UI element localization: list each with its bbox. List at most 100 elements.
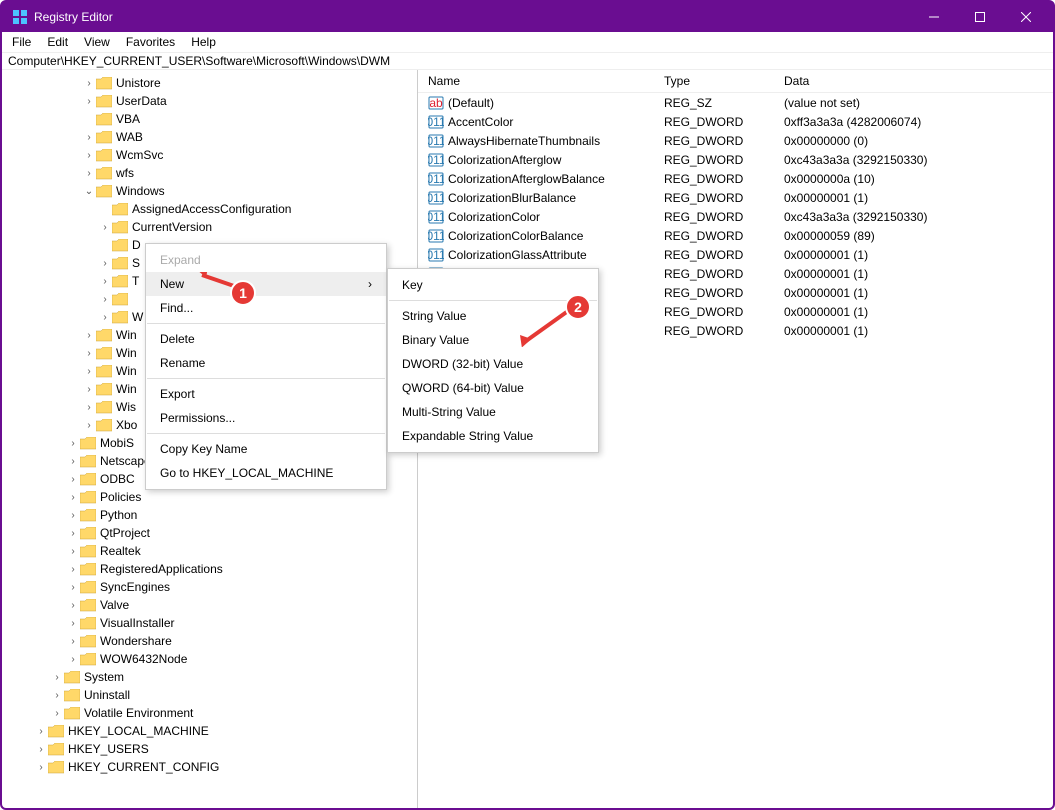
tree-item-label: HKEY_USERS (68, 742, 149, 756)
tree-item[interactable]: ›Realtek (2, 542, 417, 560)
value-row[interactable]: 011ColorizationColorREG_DWORD0xc43a3a3a … (418, 207, 1053, 226)
arrow-2 (518, 307, 570, 347)
value-type: REG_DWORD (664, 305, 784, 319)
context-item[interactable]: Multi-String Value (388, 400, 608, 424)
tree-item-label: VisualInstaller (100, 616, 174, 630)
value-type: REG_DWORD (664, 267, 784, 281)
value-row[interactable]: 011ColorizationAfterglowREG_DWORD0xc43a3… (418, 150, 1053, 169)
value-row[interactable]: 011AccentColorREG_DWORD0xff3a3a3a (42820… (418, 112, 1053, 131)
maximize-button[interactable] (957, 2, 1003, 32)
tree-item[interactable]: ›RegisteredApplications (2, 560, 417, 578)
tree-item-label: AssignedAccessConfiguration (132, 202, 291, 216)
tree-item-label: WcmSvc (116, 148, 163, 162)
tree-item-label: SyncEngines (100, 580, 170, 594)
context-item[interactable]: DWORD (32-bit) Value (388, 352, 608, 376)
address-bar[interactable]: Computer\HKEY_CURRENT_USER\Software\Micr… (2, 52, 1053, 70)
tree-item-label: HKEY_CURRENT_CONFIG (68, 760, 219, 774)
value-row[interactable]: 011ColorizationBlurBalanceREG_DWORD0x000… (418, 188, 1053, 207)
titlebar: Registry Editor (2, 2, 1053, 32)
tree-item[interactable]: ›System (2, 668, 417, 686)
tree-item[interactable]: ›Valve (2, 596, 417, 614)
value-data: 0x0000000a (10) (784, 172, 1053, 186)
col-data[interactable]: Data (784, 74, 1053, 88)
value-data: 0x00000001 (1) (784, 324, 1053, 338)
menu-file[interactable]: File (4, 33, 39, 51)
col-type[interactable]: Type (664, 74, 784, 88)
tree-item[interactable]: ›AssignedAccessConfiguration (2, 200, 417, 218)
window-title: Registry Editor (34, 10, 113, 24)
tree-item[interactable]: ›VBA (2, 110, 417, 128)
menu-edit[interactable]: Edit (39, 33, 76, 51)
value-type: REG_DWORD (664, 115, 784, 129)
value-name: ColorizationColor (448, 210, 540, 224)
value-row[interactable]: ab(Default)REG_SZ(value not set) (418, 93, 1053, 112)
context-item[interactable]: Rename (146, 351, 386, 375)
value-type: REG_DWORD (664, 191, 784, 205)
menu-favorites[interactable]: Favorites (118, 33, 183, 51)
tree-item-label: Win (116, 346, 137, 360)
tree-item[interactable]: ⌄Windows (2, 182, 417, 200)
tree-item[interactable]: ›Wondershare (2, 632, 417, 650)
tree-item[interactable]: ›Python (2, 506, 417, 524)
tree-item[interactable]: ›UserData (2, 92, 417, 110)
tree-item[interactable]: ›WAB (2, 128, 417, 146)
tree-item[interactable]: ›HKEY_CURRENT_CONFIG (2, 758, 417, 776)
value-name: AlwaysHibernateThumbnails (448, 134, 600, 148)
callout-2: 2 (565, 294, 591, 320)
tree-item[interactable]: ›CurrentVersion (2, 218, 417, 236)
tree-item[interactable]: ›WcmSvc (2, 146, 417, 164)
context-item[interactable]: Export (146, 382, 386, 406)
menu-help[interactable]: Help (183, 33, 224, 51)
value-name: AccentColor (448, 115, 513, 129)
value-type: REG_DWORD (664, 172, 784, 186)
tree-item-label: VBA (116, 112, 140, 126)
tree-item-label: Windows (116, 184, 165, 198)
chevron-right-icon: › (368, 277, 372, 291)
col-name[interactable]: Name (428, 74, 664, 88)
menu-view[interactable]: View (76, 33, 118, 51)
value-type: REG_DWORD (664, 210, 784, 224)
context-item[interactable]: Binary Value (388, 328, 608, 352)
tree-item-label: HKEY_LOCAL_MACHINE (68, 724, 209, 738)
tree-item[interactable]: ›SyncEngines (2, 578, 417, 596)
context-item[interactable]: QWORD (64-bit) Value (388, 376, 608, 400)
close-button[interactable] (1003, 2, 1049, 32)
tree-item[interactable]: ›HKEY_LOCAL_MACHINE (2, 722, 417, 740)
tree-item-label: Policies (100, 490, 141, 504)
context-item[interactable]: New› (146, 272, 386, 296)
context-item[interactable]: Permissions... (146, 406, 386, 430)
tree-item[interactable]: ›Uninstall (2, 686, 417, 704)
tree-item[interactable]: ›HKEY_USERS (2, 740, 417, 758)
value-data: 0x00000059 (89) (784, 229, 1053, 243)
minimize-button[interactable] (911, 2, 957, 32)
tree-item[interactable]: ›VisualInstaller (2, 614, 417, 632)
value-row[interactable]: 011ColorizationColorBalanceREG_DWORD0x00… (418, 226, 1053, 245)
tree-item[interactable]: ›WOW6432Node (2, 650, 417, 668)
value-row[interactable]: 011AlwaysHibernateThumbnailsREG_DWORD0x0… (418, 131, 1053, 150)
svg-text:011: 011 (428, 229, 444, 243)
value-name: (Default) (448, 96, 494, 110)
context-item: Expand (146, 248, 386, 272)
tree-item-label: UserData (116, 94, 167, 108)
tree-item[interactable]: ›Unistore (2, 74, 417, 92)
tree-item-label: System (84, 670, 124, 684)
tree-item-label: wfs (116, 166, 134, 180)
tree-item[interactable]: ›wfs (2, 164, 417, 182)
tree-item[interactable]: ›Volatile Environment (2, 704, 417, 722)
context-item[interactable]: Delete (146, 327, 386, 351)
context-item[interactable]: Go to HKEY_LOCAL_MACHINE (146, 461, 386, 485)
context-item[interactable]: Expandable String Value (388, 424, 608, 448)
context-item[interactable]: Copy Key Name (146, 437, 386, 461)
context-item[interactable]: Find... (146, 296, 386, 320)
value-row[interactable]: 011ColorizationGlassAttributeREG_DWORD0x… (418, 245, 1053, 264)
tree-item-label: Volatile Environment (84, 706, 193, 720)
tree-item-label: Uninstall (84, 688, 130, 702)
value-data: 0xc43a3a3a (3292150330) (784, 153, 1053, 167)
tree-item-label: MobiS (100, 436, 134, 450)
tree-item[interactable]: ›QtProject (2, 524, 417, 542)
value-row[interactable]: 011ColorizationAfterglowBalanceREG_DWORD… (418, 169, 1053, 188)
value-type: REG_DWORD (664, 248, 784, 262)
tree-item[interactable]: ›Policies (2, 488, 417, 506)
value-data: 0x00000001 (1) (784, 286, 1053, 300)
tree-item-label: D (132, 238, 141, 252)
